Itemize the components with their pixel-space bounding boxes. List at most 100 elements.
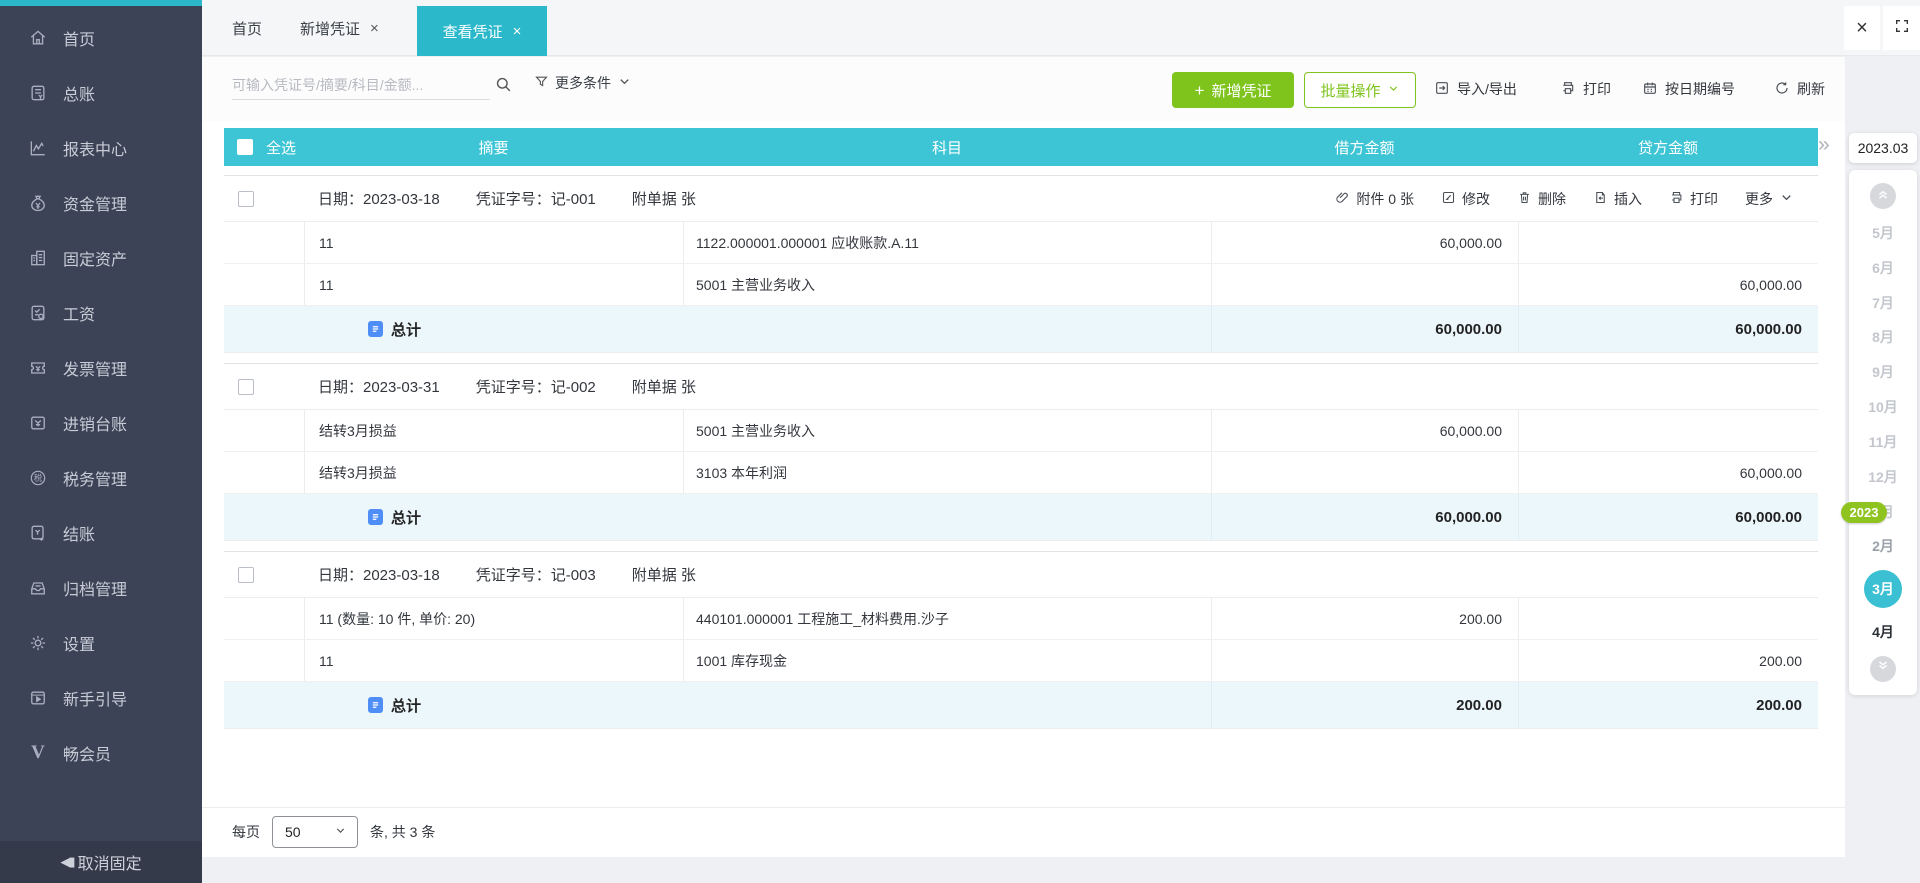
total-credit: 60,000.00 [1518, 306, 1818, 352]
close-icon: × [1856, 17, 1868, 40]
per-page-select[interactable]: 50 [272, 816, 358, 848]
entry-row[interactable]: 结转3月损益 3103 本年利润 60,000.00 [224, 452, 1818, 494]
scroll-up-button[interactable] [1870, 183, 1896, 209]
sidebar-item-label: 设置 [63, 631, 95, 655]
month-item[interactable]: 11月 [1869, 431, 1898, 453]
collapse-panel-icon[interactable]: » [1818, 133, 1830, 157]
sidebar-item-tax[interactable]: 税 税务管理 [0, 450, 202, 505]
cell-account: 5001 主营业务收入 [683, 264, 1211, 305]
sidebar-item-general-ledger[interactable]: 总账 [0, 65, 202, 120]
sidebar-item-label: 进销台账 [63, 411, 127, 435]
search-input[interactable] [232, 71, 460, 99]
building-icon [28, 248, 48, 268]
renumber-by-date-button[interactable]: 按日期编号 [1642, 79, 1735, 99]
delete-link[interactable]: 删除 [1517, 189, 1566, 209]
sidebar-item-funds[interactable]: 资金管理 [0, 175, 202, 230]
guide-play-icon [28, 688, 48, 708]
cell-summary: 11 [304, 222, 683, 263]
import-export-button[interactable]: 导入/导出 [1434, 79, 1517, 99]
sidebar-item-closing[interactable]: 结账 [0, 505, 202, 560]
month-item[interactable]: 7月 [1872, 292, 1894, 314]
tab-new-voucher[interactable]: 新增凭证 × [300, 0, 379, 56]
total-label: 总计 [391, 319, 421, 340]
sidebar-item-inventory-ledger[interactable]: 进销台账 [0, 395, 202, 450]
sidebar-item-archive[interactable]: 归档管理 [0, 560, 202, 615]
attachment-link[interactable]: 附件 0 张 [1335, 189, 1414, 209]
voucher-info: 日期：2023-03-31 凭证字号：记-002 附单据 张 [318, 376, 696, 397]
tab-home[interactable]: 首页 [232, 0, 262, 56]
add-voucher-button[interactable]: + 新增凭证 [1172, 72, 1294, 108]
sidebar-item-label: 新手引导 [63, 686, 127, 710]
sidebar-item-guide[interactable]: 新手引导 [0, 670, 202, 725]
month-item[interactable]: 2月 [1872, 535, 1894, 557]
sidebar-nav: 首页 总账 报表中心 资金管理 固定资产 工资 发票管理 进销台账 [0, 6, 202, 780]
sidebar-item-settings[interactable]: 设置 [0, 615, 202, 670]
print-button[interactable]: 打印 [1560, 79, 1611, 99]
inventory-ledger-icon [28, 413, 48, 433]
fullscreen-button[interactable] [1883, 6, 1920, 50]
scroll-down-button[interactable] [1870, 656, 1896, 682]
sidebar-item-member[interactable]: V 畅会员 [0, 725, 202, 780]
gear-icon [28, 633, 48, 653]
month-item[interactable]: 5月 [1872, 222, 1894, 244]
total-label: 总计 [391, 507, 421, 528]
batch-operations-button[interactable]: 批量操作 [1304, 72, 1416, 108]
month-selector: 5月 6月 7月 8月 9月 10月 11月 12月 1月 2月 3月 4月 2… [1849, 170, 1917, 695]
cell-account: 440101.000001 工程施工_材料费用.沙子 [683, 598, 1211, 639]
entry-row[interactable]: 结转3月损益 5001 主营业务收入 60,000.00 [224, 410, 1818, 452]
sidebar-item-payroll[interactable]: 工资 [0, 285, 202, 340]
print-row-link[interactable]: 打印 [1669, 189, 1718, 209]
sidebar-item-fixed-assets[interactable]: 固定资产 [0, 230, 202, 285]
sidebar-item-home[interactable]: 首页 [0, 10, 202, 65]
group-total-row: 总计 200.00 200.00 [224, 682, 1818, 728]
total-debit: 200.00 [1211, 682, 1518, 728]
voucher-attach: 附单据 张 [632, 564, 696, 585]
home-icon [28, 28, 48, 48]
tab-view-voucher[interactable]: 查看凭证 × [417, 6, 547, 56]
more-filters-button[interactable]: 更多条件 [534, 73, 632, 93]
month-item[interactable]: 6月 [1872, 257, 1894, 279]
edit-link[interactable]: 修改 [1441, 189, 1490, 209]
month-item-active[interactable]: 3月 [1864, 570, 1902, 608]
sidebar-item-label: 归档管理 [63, 576, 127, 600]
month-item[interactable]: 8月 [1872, 326, 1894, 348]
entry-row[interactable]: 11 5001 主营业务收入 60,000.00 [224, 264, 1818, 306]
sidebar: 首页 总账 报表中心 资金管理 固定资产 工资 发票管理 进销台账 [0, 0, 202, 883]
print-label: 打印 [1583, 79, 1611, 99]
month-item[interactable]: 12月 [1868, 466, 1898, 488]
voucher-group-header: 日期：2023-03-18 凭证字号：记-003 附单据 张 [224, 552, 1818, 598]
entry-row[interactable]: 11 1001 库存现金 200.00 [224, 640, 1818, 682]
window-close-button[interactable]: × [1844, 6, 1880, 50]
total-label: 总计 [391, 695, 421, 716]
more-link[interactable]: 更多 [1745, 189, 1794, 209]
month-item[interactable]: 4月 [1872, 621, 1894, 643]
sidebar-item-invoices[interactable]: 发票管理 [0, 340, 202, 395]
chevron-down-icon [1779, 190, 1794, 208]
voucher-number: 凭证字号：记-001 [476, 188, 596, 209]
sidebar-unpin-button[interactable]: ◀▮ 取消固定 [0, 841, 202, 883]
svg-text:税: 税 [34, 472, 43, 482]
row-checkbox[interactable] [238, 191, 254, 207]
tab-close-icon[interactable]: × [370, 20, 379, 37]
group-total-row: 总计 60,000.00 60,000.00 [224, 494, 1818, 540]
filter-funnel-icon [534, 74, 549, 92]
sidebar-item-label: 畅会员 [63, 741, 111, 765]
voucher-group: 日期：2023-03-18 凭证字号：记-003 附单据 张 11 (数量: 1… [224, 551, 1818, 729]
cell-debit [1211, 640, 1518, 681]
total-credit: 200.00 [1518, 682, 1818, 728]
voucher-date: 日期：2023-03-18 [318, 188, 440, 209]
refresh-button[interactable]: 刷新 [1774, 79, 1825, 99]
month-item[interactable]: 10月 [1868, 396, 1898, 418]
select-all-checkbox[interactable] [237, 139, 253, 155]
entry-row[interactable]: 11 1122.000001.000001 应收账款.A.11 60,000.0… [224, 222, 1818, 264]
search-icon[interactable] [494, 75, 513, 99]
entry-row[interactable]: 11 (数量: 10 件, 单价: 20) 440101.000001 工程施工… [224, 598, 1818, 640]
sidebar-item-reports[interactable]: 报表中心 [0, 120, 202, 175]
row-checkbox[interactable] [238, 379, 254, 395]
import-export-label: 导入/导出 [1457, 79, 1517, 99]
row-checkbox[interactable] [238, 567, 254, 583]
tab-close-icon[interactable]: × [513, 23, 522, 40]
month-item[interactable]: 9月 [1872, 361, 1894, 383]
insert-link[interactable]: 插入 [1593, 189, 1642, 209]
cell-credit [1518, 222, 1818, 263]
